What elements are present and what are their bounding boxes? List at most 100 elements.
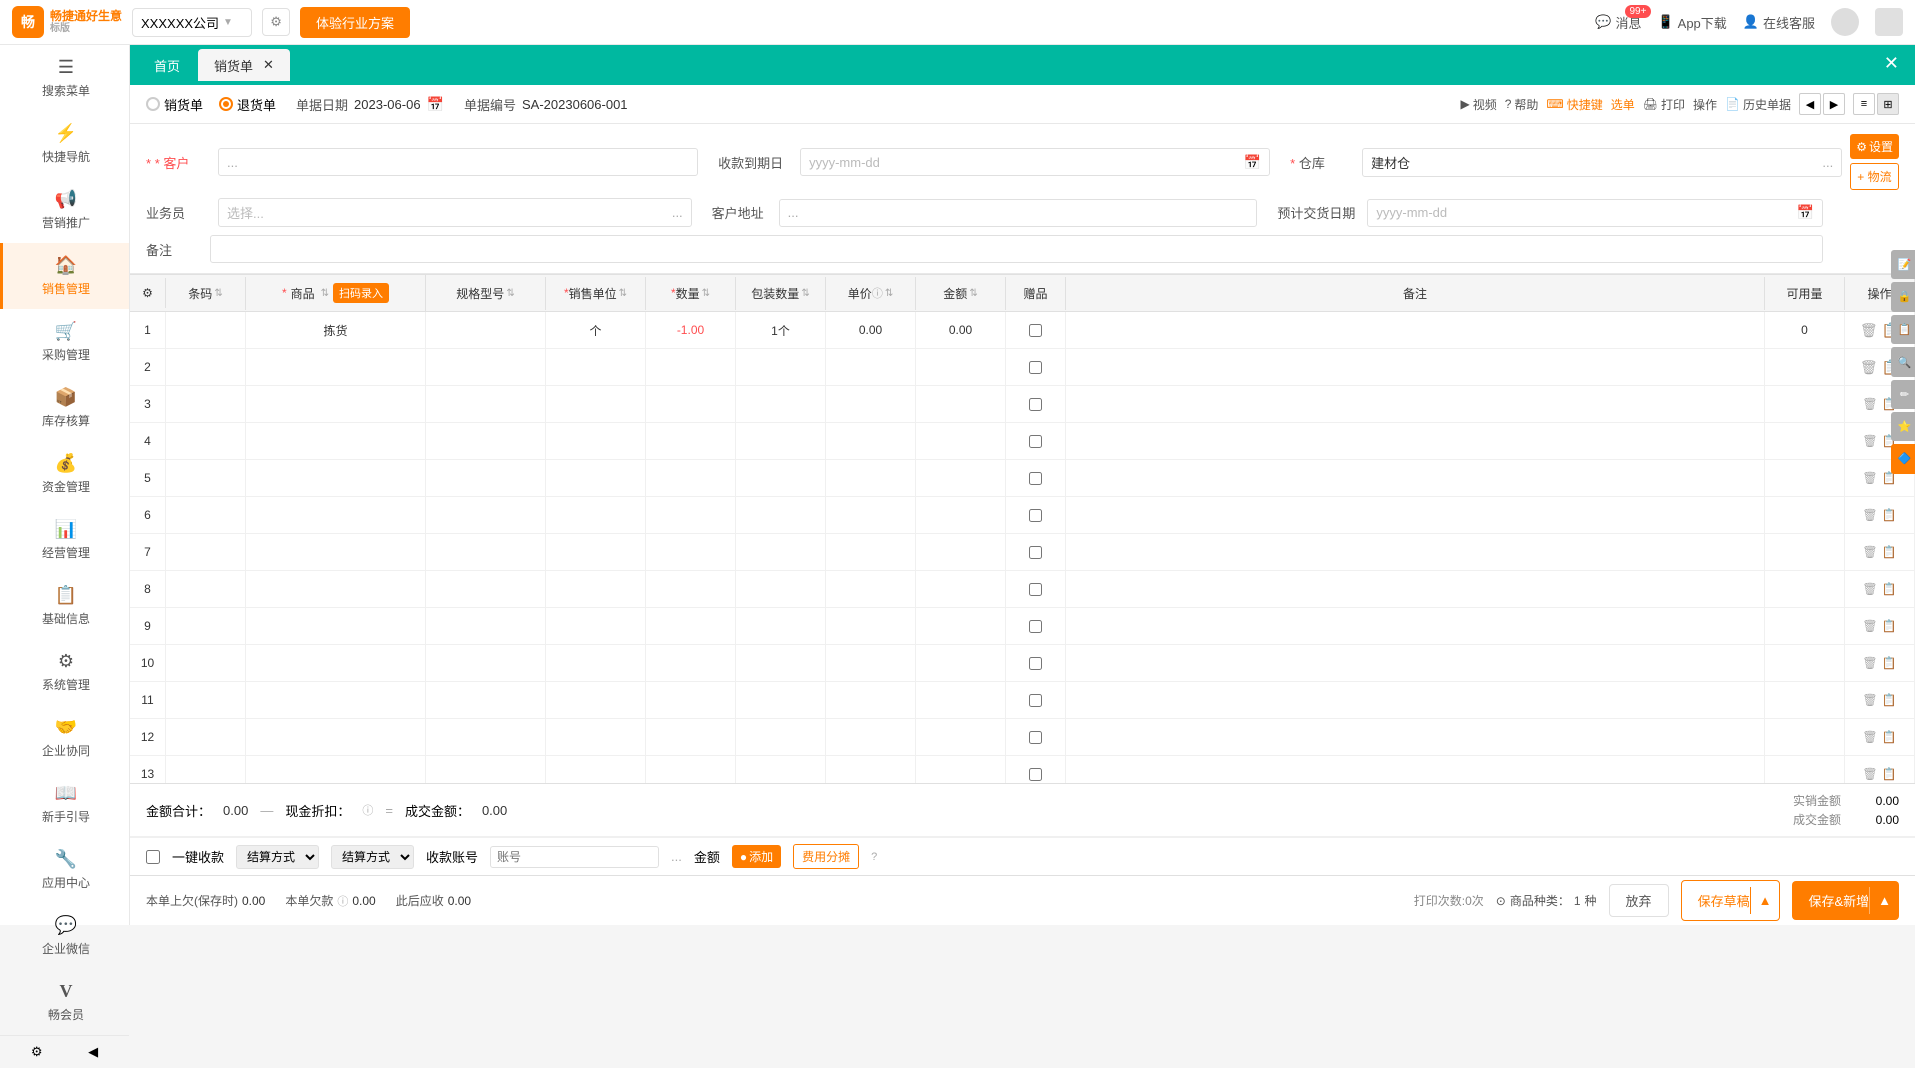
next-arrow[interactable]: ▶ [1823,93,1845,115]
discount-info-icon[interactable]: ⓘ [362,802,373,818]
copy-icon[interactable]: 📋 [1882,545,1897,559]
calc-method-select[interactable]: 结算方式 [236,845,319,869]
price-info-icon[interactable]: ⓘ [872,285,883,301]
delete-icon[interactable]: 🗑 [1862,582,1877,596]
app-download-button[interactable]: 📱 App下载 [1657,13,1726,32]
row-qty[interactable] [646,349,736,385]
customer-addr-input[interactable]: ... [779,199,1258,227]
sort-unit-icon[interactable]: ⇅ [619,288,627,299]
rp-btn-3[interactable]: 📋 [1891,315,1915,344]
customer-input[interactable]: ... [218,148,698,176]
rp-btn-5[interactable]: ✏ [1891,380,1915,409]
delivery-date-input[interactable]: yyyy-mm-dd 📅 [1367,199,1823,227]
radio-sales-order[interactable]: 销货单 [146,95,203,114]
delivery-calendar-icon[interactable]: 📅 [1797,204,1814,221]
warehouse-input[interactable]: 建材仓 ... [1362,148,1842,177]
row-gift-checkbox[interactable] [1029,361,1042,374]
row-price[interactable] [826,349,916,385]
sort-qty-icon[interactable]: ⇅ [702,288,710,299]
delete-icon[interactable]: 🗑 [1862,767,1877,781]
row-1-spec[interactable] [426,312,546,348]
row-goods[interactable] [246,349,426,385]
rp-btn-1[interactable]: 📝 [1891,250,1915,279]
sort-price-icon[interactable]: ⇅ [885,288,893,299]
th-settings[interactable]: ⚙ [130,278,166,308]
sidebar-item-wechat[interactable]: 💬 企业微信 [0,903,129,969]
row-1-pack[interactable]: 1个 [736,312,826,348]
copy-icon[interactable]: 📋 [1882,508,1897,522]
settings-btn[interactable]: ⚙ ⚙ 设置设置 [1850,134,1899,159]
owe-info-icon[interactable]: ⓘ [337,893,348,909]
avatar[interactable] [1831,8,1859,36]
abandon-button[interactable]: 放弃 [1609,884,1669,917]
delete-icon[interactable]: 🗑 [1860,322,1878,339]
delete-icon[interactable]: 🗑 [1862,508,1877,522]
radio-return-order[interactable]: 退货单 [219,95,276,114]
row-1-unit[interactable]: 个 [546,312,646,348]
one-key-payment-checkbox[interactable] [146,850,160,864]
message-button[interactable]: 💬 消息 99+ [1595,13,1641,32]
row-1-gift[interactable] [1006,312,1066,348]
online-service-button[interactable]: 👤 在线客服 [1743,13,1815,32]
sidebar-item-inventory[interactable]: 📦 库存核算 [0,375,129,441]
sidebar-item-collab[interactable]: 🤝 企业协同 [0,705,129,771]
sort-amount-icon[interactable]: ⇅ [969,288,977,299]
row-1-price[interactable]: 0.00 [826,312,916,348]
copy-icon[interactable]: 📋 [1882,619,1897,633]
logistics-btn[interactable]: + 物流 [1850,163,1899,190]
row-1-gift-checkbox[interactable] [1029,324,1042,337]
history-btn[interactable]: 📄 历史单据 [1725,96,1791,113]
product-type-icon[interactable]: ⊙ [1496,894,1506,908]
dots-icon[interactable]: ... [671,849,682,864]
prev-arrow[interactable]: ◀ [1799,93,1821,115]
row-gift[interactable] [1006,349,1066,385]
copy-icon[interactable]: 📋 [1882,693,1897,707]
sidebar-item-sales[interactable]: 🏠 销售管理 [0,243,129,309]
sidebar-item-member[interactable]: V 畅会员 [0,969,129,1035]
sort-barcode-icon[interactable]: ⇅ [214,288,222,299]
sort-goods-icon[interactable]: ⇅ [321,288,329,299]
rp-btn-7[interactable]: 🔷 [1891,444,1915,473]
window-close-icon[interactable]: ✕ [1884,53,1899,74]
salesperson-input[interactable]: 选择... ... [218,198,692,227]
row-remark[interactable] [1066,349,1765,385]
calendar-icon[interactable]: 📅 [427,96,444,113]
list-view-btn[interactable]: ≡ [1853,93,1875,115]
rp-btn-4[interactable]: 🔍 [1891,347,1915,376]
row-pack[interactable] [736,349,826,385]
select-btn[interactable]: 选单 [1611,96,1635,113]
trial-button[interactable]: 体验行业方案 [300,7,410,38]
account-input[interactable] [490,846,659,868]
delete-icon[interactable]: 🗑 [1862,397,1877,411]
help-btn[interactable]: ? 帮助 [1505,96,1539,113]
save-new-button[interactable]: 保存&新增 ▲ [1792,881,1899,920]
rp-btn-6[interactable]: ⭐ [1891,412,1915,441]
tab-close-icon[interactable]: ✕ [263,57,274,73]
print-btn[interactable]: 🖨 打印 [1643,96,1685,113]
rp-btn-2[interactable]: 🔒 [1891,282,1915,311]
copy-icon[interactable]: 📋 [1882,656,1897,670]
copy-icon[interactable]: 📋 [1882,767,1897,781]
company-selector[interactable]: XXXXXX公司 ▼ [132,8,252,37]
sidebar-item-purchase[interactable]: 🛒 采购管理 [0,309,129,375]
row-1-remark[interactable] [1066,312,1765,348]
expense-split-button[interactable]: 费用分摊 [793,844,859,869]
row-1-barcode[interactable] [166,312,246,348]
scan-button[interactable]: 扫码录入 [333,283,389,303]
copy-icon[interactable]: 📋 [1882,582,1897,596]
delete-icon[interactable]: 🗑 [1862,693,1877,707]
delete-icon[interactable]: 🗑 [1862,471,1877,485]
delete-icon[interactable]: 🗑 [1862,656,1877,670]
summary-method-select[interactable]: 结算方式 [331,845,414,869]
save-draft-arrow[interactable]: ▲ [1750,887,1780,914]
sidebar-item-quick-nav[interactable]: ⚡ 快捷导航 [0,111,129,177]
payment-calendar-icon[interactable]: 📅 [1244,154,1261,171]
row-spec[interactable] [426,349,546,385]
row-1-qty[interactable]: -1.00 [646,312,736,348]
sidebar-item-system[interactable]: ⚙ 系统管理 [0,639,129,705]
sidebar-item-marketing[interactable]: 📢 营销推广 [0,177,129,243]
delete-icon[interactable]: 🗑 [1862,545,1877,559]
tab-home[interactable]: 首页 [138,49,196,81]
sidebar-item-finance[interactable]: 💰 资金管理 [0,441,129,507]
grid-view-btn[interactable]: ⊞ [1877,93,1899,115]
